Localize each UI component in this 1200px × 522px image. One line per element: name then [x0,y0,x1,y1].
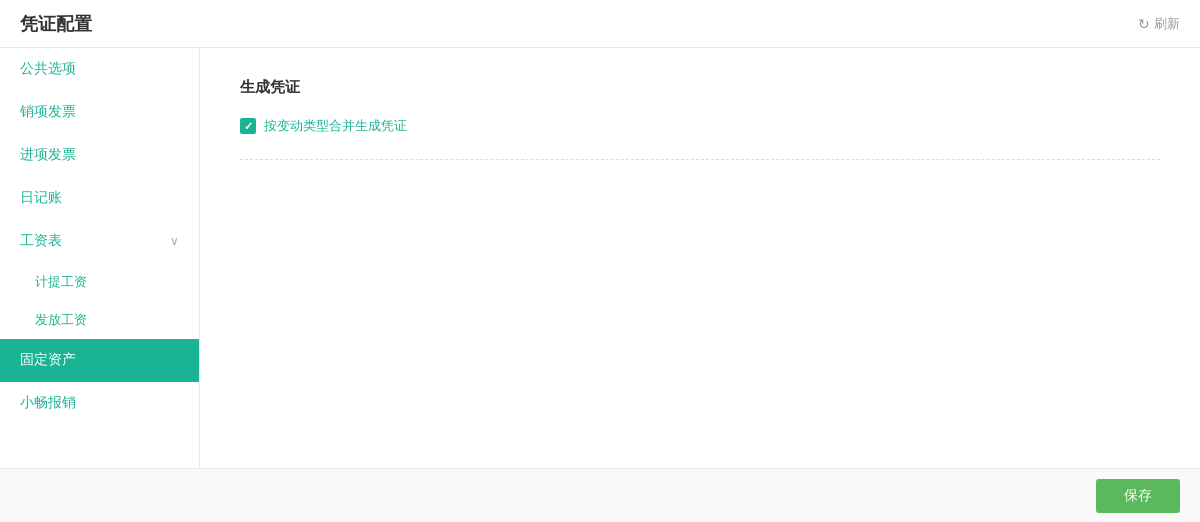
sidebar-item-label: 小畅报销 [20,394,76,412]
sidebar-item-label: 公共选项 [20,60,76,78]
checkbox-row: 按变动类型合并生成凭证 [240,117,1160,135]
footer: 保存 [0,468,1200,522]
sidebar-item-journal[interactable]: 日记账 [0,177,199,220]
sidebar-item-release-salary[interactable]: 发放工资 [0,301,199,339]
sidebar-item-label: 固定资产 [20,351,76,369]
sidebar: 公共选项 销项发票 进项发票 日记账 工资表 ∨ 计提工资 发放工资 固定资 [0,48,200,468]
sidebar-item-label: 工资表 [20,232,62,250]
sidebar-item-payroll[interactable]: 工资表 ∨ [0,220,199,263]
section-title: 生成凭证 [240,78,1160,97]
sidebar-item-label: 销项发票 [20,103,76,121]
checkbox-label: 按变动类型合并生成凭证 [264,117,407,135]
sidebar-item-purchase-invoice[interactable]: 进项发票 [0,134,199,177]
sidebar-item-sales-invoice[interactable]: 销项发票 [0,91,199,134]
refresh-button[interactable]: ↻ 刷新 [1138,15,1180,33]
sidebar-item-label: 进项发票 [20,146,76,164]
sidebar-item-fixed-assets[interactable]: 固定资产 [0,339,199,382]
chevron-down-icon: ∨ [170,234,179,248]
sidebar-item-label: 日记账 [20,189,62,207]
main-content: 生成凭证 按变动类型合并生成凭证 [200,48,1200,468]
page-title: 凭证配置 [20,12,92,36]
sidebar-item-label: 计提工资 [35,274,87,289]
merge-by-type-checkbox[interactable] [240,118,256,134]
header: 凭证配置 ↻ 刷新 [0,0,1200,48]
sidebar-item-expense-reimbursement[interactable]: 小畅报销 [0,382,199,425]
sidebar-item-label: 发放工资 [35,312,87,327]
page-wrapper: 凭证配置 ↻ 刷新 公共选项 销项发票 进项发票 日记账 工资表 ∨ [0,0,1200,522]
divider [240,159,1160,160]
refresh-label: 刷新 [1154,15,1180,33]
save-button[interactable]: 保存 [1096,479,1180,513]
sidebar-item-accrual-salary[interactable]: 计提工资 [0,263,199,301]
sidebar-item-public-options[interactable]: 公共选项 [0,48,199,91]
body: 公共选项 销项发票 进项发票 日记账 工资表 ∨ 计提工资 发放工资 固定资 [0,48,1200,468]
refresh-icon: ↻ [1138,16,1150,32]
